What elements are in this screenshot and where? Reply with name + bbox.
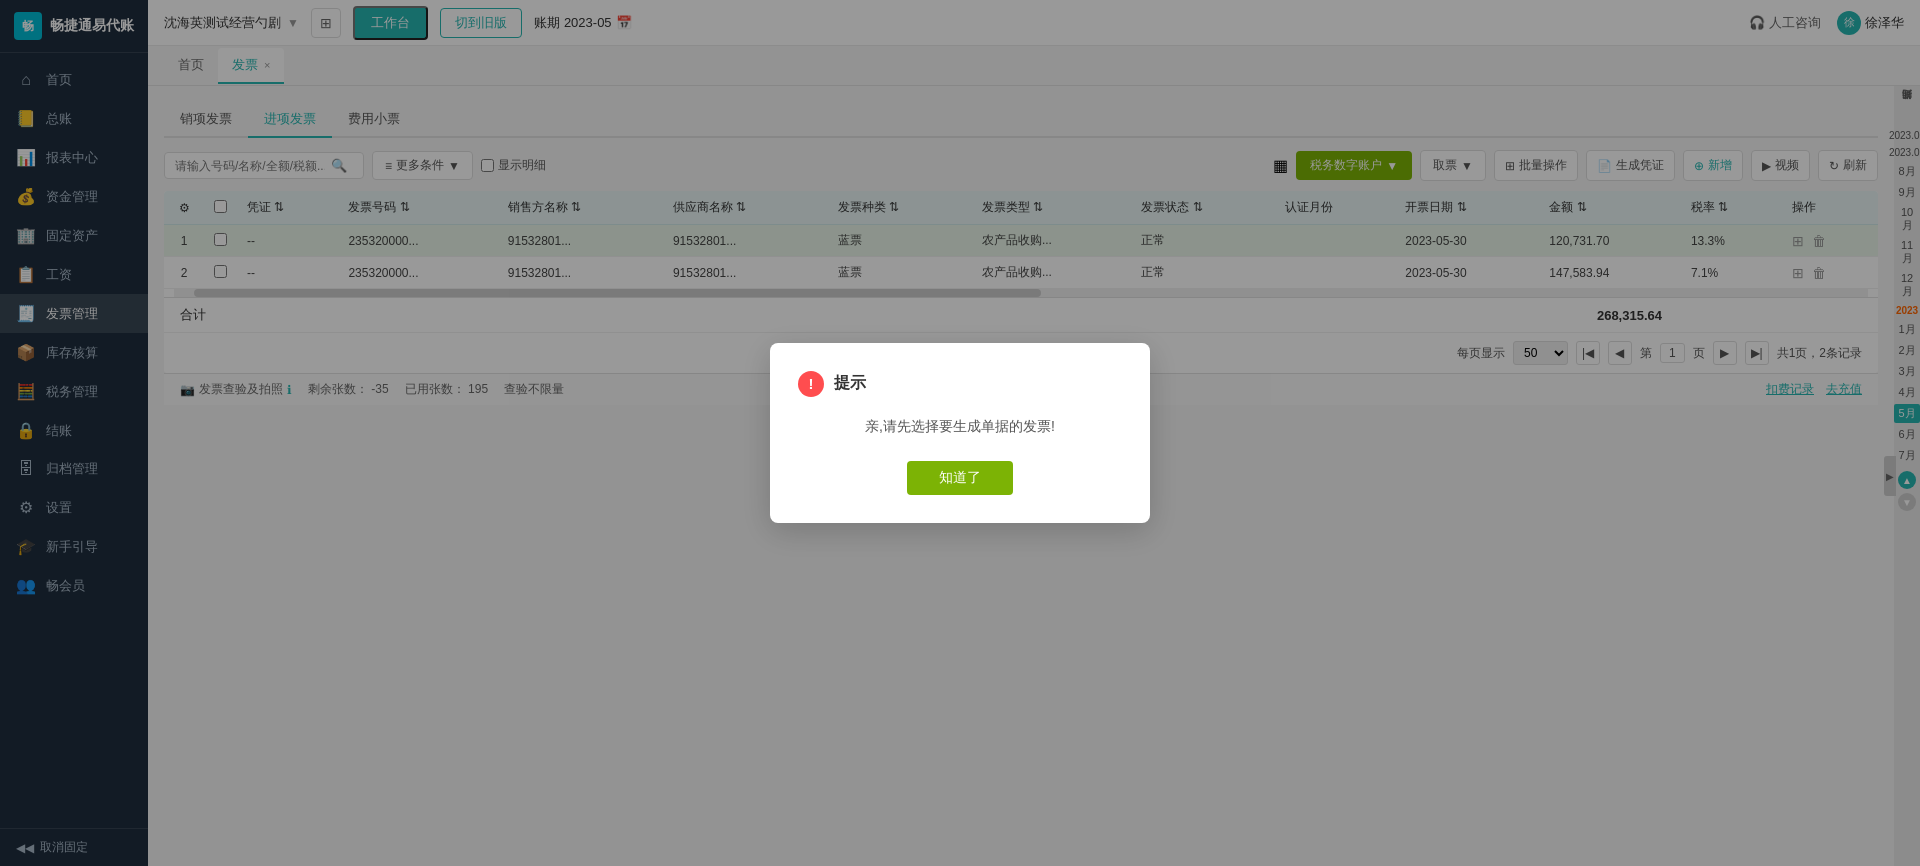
dialog-footer: 知道了: [798, 461, 1122, 495]
dialog: ! 提示 亲,请先选择要生成单据的发票! 知道了: [770, 343, 1150, 523]
dialog-overlay[interactable]: ! 提示 亲,请先选择要生成单据的发票! 知道了: [0, 0, 1920, 866]
dialog-title: 提示: [834, 373, 866, 394]
dialog-header: ! 提示: [798, 371, 1122, 397]
dialog-ok-button[interactable]: 知道了: [907, 461, 1013, 495]
dialog-message: 亲,请先选择要生成单据的发票!: [798, 415, 1122, 437]
dialog-warning-icon: !: [798, 371, 824, 397]
